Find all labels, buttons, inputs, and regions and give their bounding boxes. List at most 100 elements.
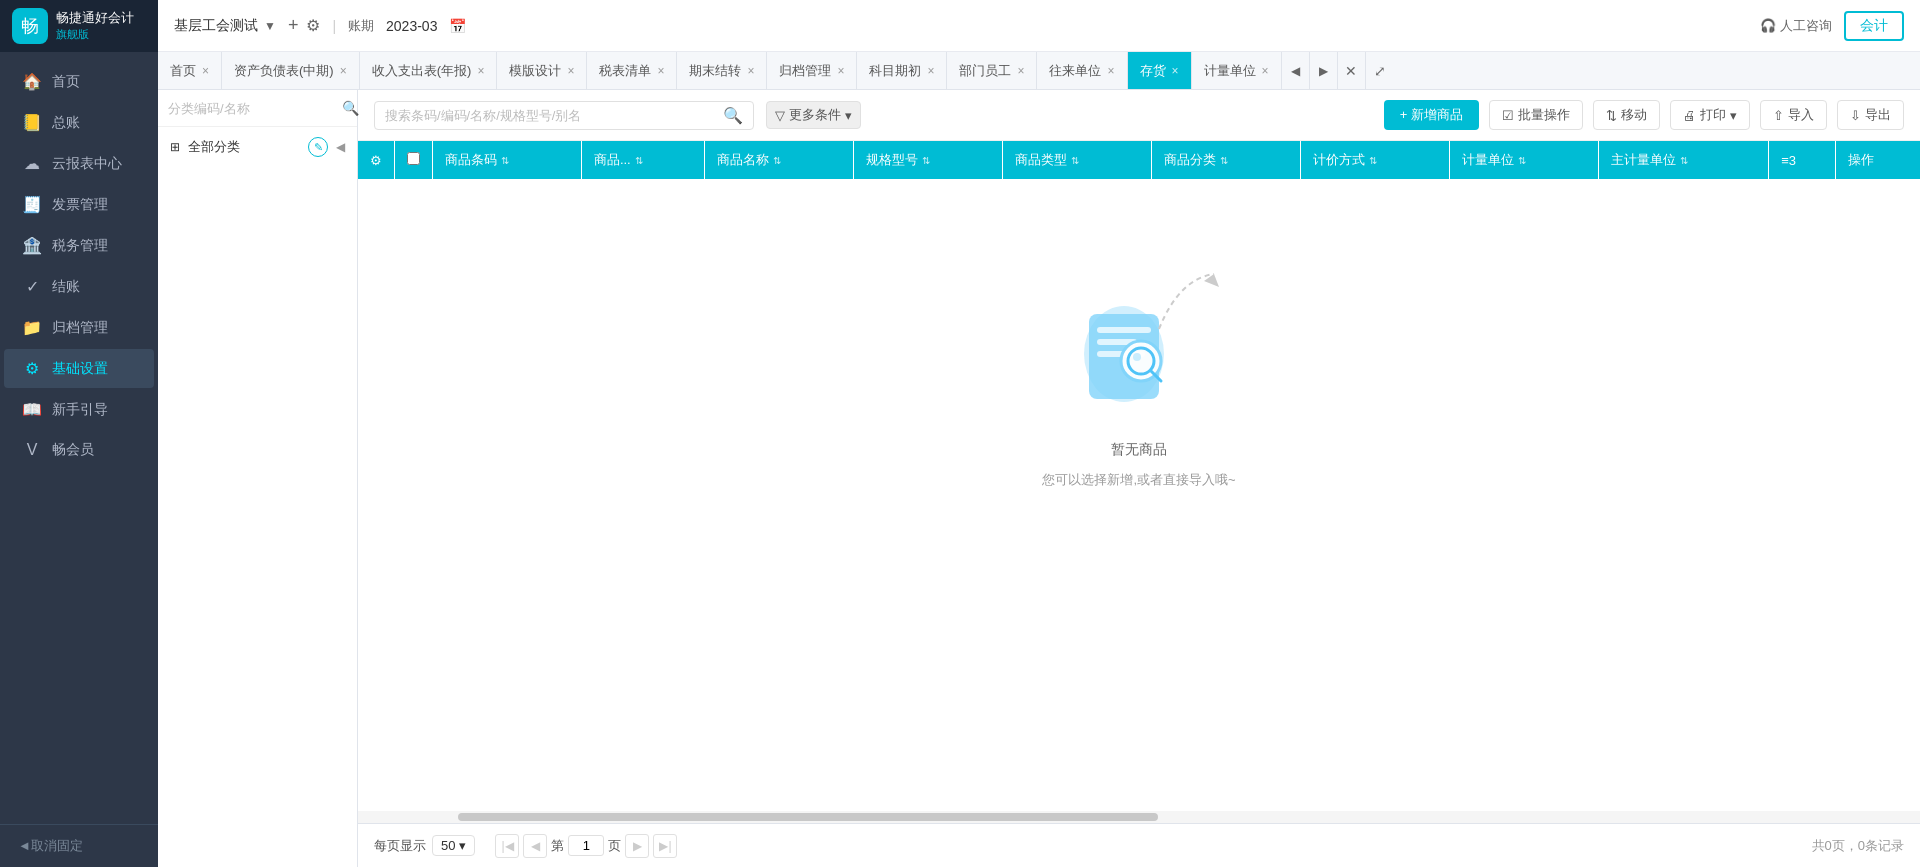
table-container: ⚙ 商品条码 ⇅ — [358, 141, 1920, 811]
sidebar-item-cloud-reports[interactable]: ☁ 云报表中心 — [4, 144, 154, 183]
tab-balance-sheet[interactable]: 资产负债表(中期) × — [222, 52, 360, 90]
tab-close-icon[interactable]: × — [747, 65, 754, 77]
col-checkbox[interactable] — [395, 141, 433, 179]
category-search-icon[interactable]: 🔍 — [342, 100, 359, 116]
tab-label: 资产负债表(中期) — [234, 62, 334, 80]
next-page-btn[interactable]: ▶ — [625, 834, 649, 858]
tab-counterparty[interactable]: 往来单位 × — [1037, 52, 1127, 90]
first-page-btn[interactable]: |◀ — [495, 834, 519, 858]
batch-ops-btn[interactable]: ☑ 批量操作 — [1489, 100, 1583, 130]
sort-icon[interactable]: ⇅ — [1071, 155, 1079, 166]
tab-subject-init[interactable]: 科目期初 × — [857, 52, 947, 90]
tab-income-statement[interactable]: 收入支出表(年报) × — [360, 52, 498, 90]
tab-close-icon[interactable]: × — [657, 65, 664, 77]
tab-inventory[interactable]: 存货 × — [1128, 52, 1192, 90]
tab-department[interactable]: 部门员工 × — [947, 52, 1037, 90]
tab-home[interactable]: 首页 × — [158, 52, 222, 90]
sidebar: 畅 畅捷通好会计 旗舰版 🏠 首页 📒 总账 ☁ 云报表中心 🧾 发票管理 🏦 … — [0, 0, 158, 867]
sidebar-footer-label: ◄取消固定 — [18, 837, 83, 855]
service-icon: 🎧 — [1760, 18, 1776, 33]
print-label: 打印 — [1700, 106, 1726, 124]
col3-label: ≡3 — [1781, 153, 1796, 168]
sidebar-item-settlement[interactable]: ✓ 结账 — [4, 267, 154, 306]
add-product-btn[interactable]: + 新增商品 — [1384, 100, 1479, 130]
category-collapse-icon[interactable]: ◀ — [336, 140, 345, 154]
tab-archive-mgmt[interactable]: 归档管理 × — [767, 52, 857, 90]
sidebar-collapse-btn[interactable]: ◄取消固定 — [0, 824, 158, 867]
tab-tax-return[interactable]: 税表清单 × — [587, 52, 677, 90]
page-number-input[interactable] — [568, 835, 604, 856]
move-btn[interactable]: ⇅ 移动 — [1593, 100, 1660, 130]
top-bar-right: 🎧 人工咨询 会计 — [1760, 11, 1904, 41]
sort-icon[interactable]: ⇅ — [1220, 155, 1228, 166]
project-selector[interactable]: 基层工会测试 ▼ — [174, 17, 276, 35]
page-size-dropdown[interactable]: 50 ▾ — [432, 835, 475, 856]
horizontal-scrollbar[interactable] — [358, 811, 1920, 823]
col-spec-label: 规格型号 — [866, 151, 918, 169]
account-type-btn[interactable]: 会计 — [1844, 11, 1904, 41]
sidebar-item-general-ledger[interactable]: 📒 总账 — [4, 103, 154, 142]
tab-close-icon[interactable]: × — [1262, 65, 1269, 77]
settlement-icon: ✓ — [22, 277, 42, 296]
sidebar-item-archive[interactable]: 📁 归档管理 — [4, 308, 154, 347]
sort-icon[interactable]: ⇅ — [1680, 155, 1688, 166]
tab-close-icon[interactable]: × — [202, 65, 209, 77]
import-btn[interactable]: ⇧ 导入 — [1760, 100, 1827, 130]
tab-close-icon[interactable]: × — [567, 65, 574, 77]
member-icon: V — [22, 441, 42, 459]
sort-icon[interactable]: ⇅ — [773, 155, 781, 166]
sidebar-item-home[interactable]: 🏠 首页 — [4, 62, 154, 101]
tab-settings-btn[interactable]: ⚙ — [306, 16, 320, 35]
tab-close-icon[interactable]: × — [1017, 65, 1024, 77]
sidebar-item-basic-settings[interactable]: ⚙ 基础设置 — [4, 349, 154, 388]
table-header-row: ⚙ 商品条码 ⇅ — [358, 141, 1920, 179]
sort-icon[interactable]: ⇅ — [635, 155, 643, 166]
tab-label: 科目期初 — [869, 62, 921, 80]
category-edit-btn[interactable]: ✎ — [308, 137, 328, 157]
archive-icon: 📁 — [22, 318, 42, 337]
settings-col-icon: ⚙ — [370, 153, 382, 168]
tab-template-design[interactable]: 模版设计 × — [497, 52, 587, 90]
tab-close-icon[interactable]: × — [477, 65, 484, 77]
prev-page-btn[interactable]: ◀ — [523, 834, 547, 858]
product-search-input[interactable] — [385, 108, 717, 123]
import-icon: ⇧ — [1773, 108, 1784, 123]
sort-icon[interactable]: ⇅ — [1518, 155, 1526, 166]
tab-measure-unit[interactable]: 计量单位 × — [1192, 52, 1282, 90]
filter-btn[interactable]: ▽ 更多条件 ▾ — [766, 101, 861, 129]
export-btn[interactable]: ⇩ 导出 — [1837, 100, 1904, 130]
tab-scroll-left-btn[interactable]: ◀ — [1282, 52, 1310, 90]
print-btn[interactable]: 🖨 打印 ▾ — [1670, 100, 1750, 130]
tab-close-icon[interactable]: × — [837, 65, 844, 77]
col-unit-label: 计量单位 — [1462, 151, 1514, 169]
tab-close-icon[interactable]: × — [927, 65, 934, 77]
sidebar-item-member[interactable]: V 畅会员 — [4, 431, 154, 469]
tab-expand-btn[interactable]: ⤢ — [1366, 52, 1394, 90]
sidebar-item-invoice[interactable]: 🧾 发票管理 — [4, 185, 154, 224]
sort-icon[interactable]: ⇅ — [1369, 155, 1377, 166]
all-categories-item[interactable]: ⊞ 全部分类 ✎ ◀ — [158, 127, 357, 167]
search-icon[interactable]: 🔍 — [723, 106, 743, 125]
tab-close-icon[interactable]: × — [1172, 65, 1179, 77]
sidebar-item-beginner-guide[interactable]: 📖 新手引导 — [4, 390, 154, 429]
tab-close-icon[interactable]: × — [1107, 65, 1114, 77]
tab-label: 归档管理 — [779, 62, 831, 80]
category-search-input[interactable] — [168, 101, 336, 116]
sort-icon[interactable]: ⇅ — [922, 155, 930, 166]
col-settings[interactable]: ⚙ — [358, 141, 395, 179]
tab-period-close[interactable]: 期末结转 × — [677, 52, 767, 90]
sort-icon[interactable]: ⇅ — [501, 155, 509, 166]
col-pricing-label: 计价方式 — [1313, 151, 1365, 169]
col-type-label: 商品类型 — [1015, 151, 1067, 169]
last-page-btn[interactable]: ▶| — [653, 834, 677, 858]
select-all-checkbox[interactable] — [407, 152, 420, 165]
customer-service-btn[interactable]: 🎧 人工咨询 — [1760, 17, 1832, 35]
move-icon: ⇅ — [1606, 108, 1617, 123]
tab-scroll-right-btn[interactable]: ▶ — [1310, 52, 1338, 90]
add-tab-btn[interactable]: + — [288, 15, 299, 36]
sidebar-item-tax[interactable]: 🏦 税务管理 — [4, 226, 154, 265]
scrollbar-thumb[interactable] — [458, 813, 1158, 821]
tab-close-all-btn[interactable]: ✕ — [1338, 52, 1366, 90]
tab-close-icon[interactable]: × — [340, 65, 347, 77]
calendar-icon[interactable]: 📅 — [449, 18, 466, 34]
